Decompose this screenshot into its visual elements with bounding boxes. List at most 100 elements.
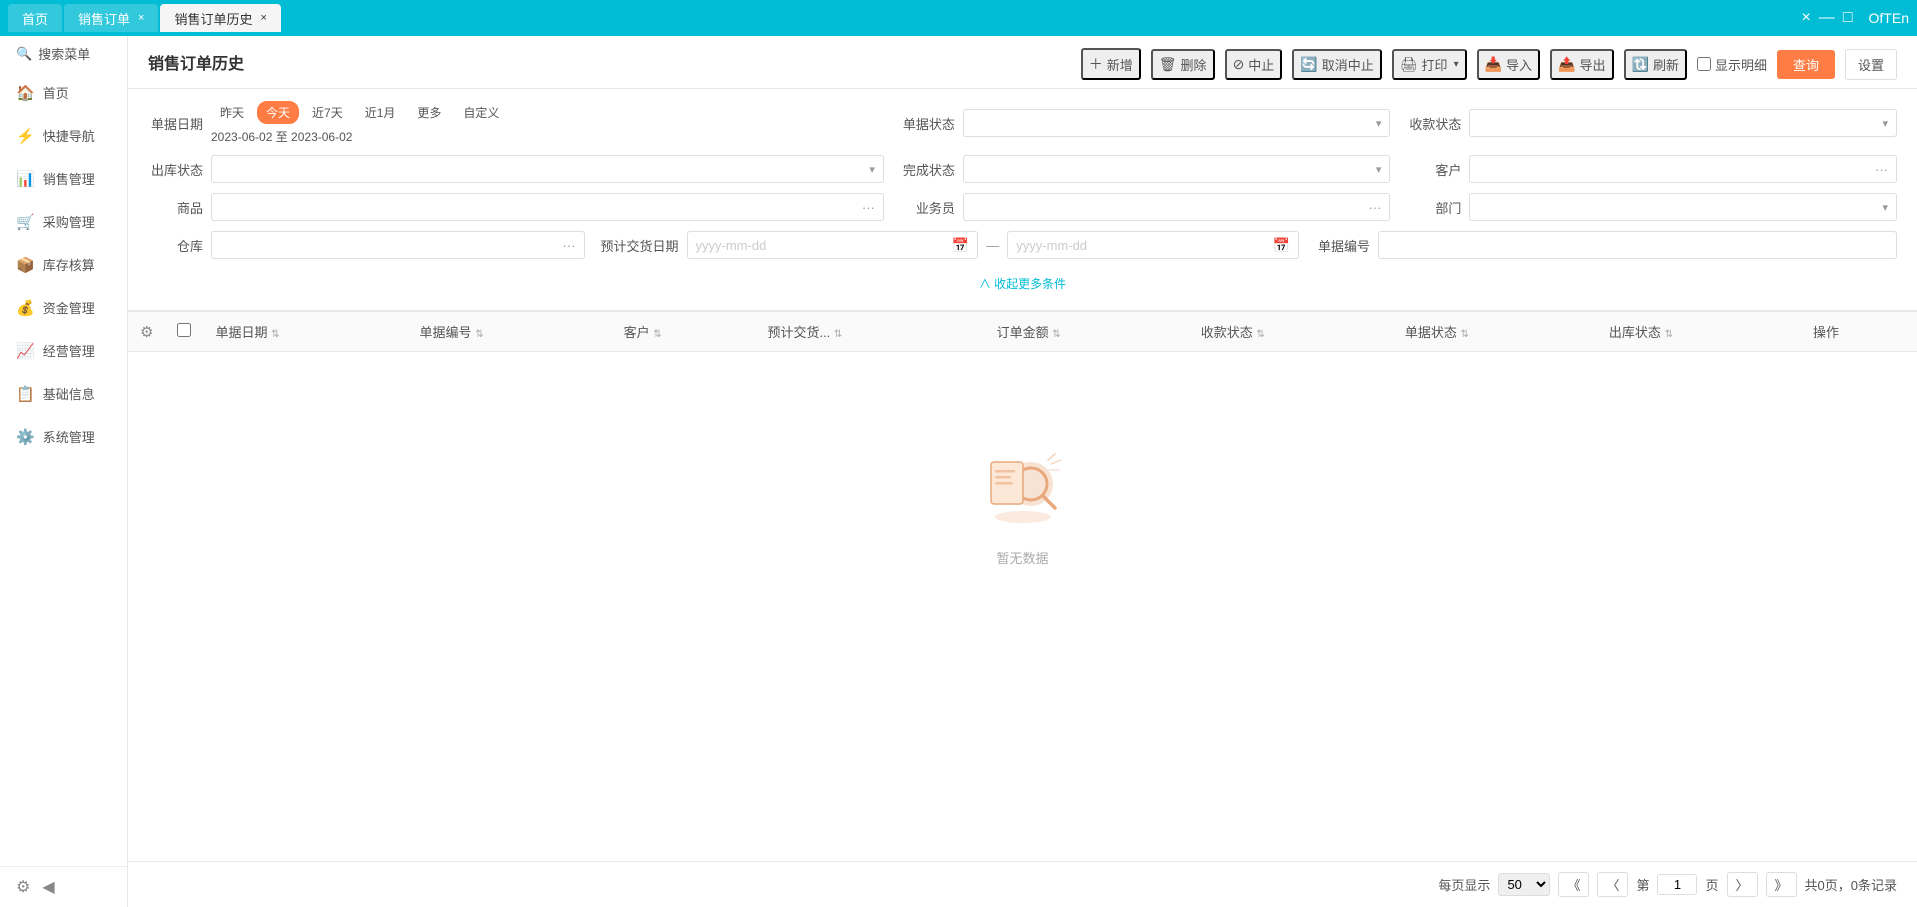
select-all-checkbox[interactable] bbox=[177, 323, 191, 337]
receipt-status-control[interactable]: ▾ bbox=[1469, 109, 1897, 137]
first-page-button[interactable]: 《 bbox=[1558, 872, 1589, 897]
th-settings: ⚙ bbox=[128, 312, 165, 352]
stop-button[interactable]: ⊘ 中止 bbox=[1225, 49, 1283, 80]
import-button[interactable]: 📥 导入 bbox=[1477, 49, 1540, 80]
tab-home[interactable]: 首页 bbox=[8, 4, 62, 32]
th-voucher-no[interactable]: 单据编号 bbox=[408, 312, 612, 352]
completion-status-control[interactable]: ▾ bbox=[963, 155, 1391, 183]
next-page-icon: 〉 bbox=[1736, 878, 1749, 893]
sidebar-settings-icon[interactable]: ⚙ bbox=[16, 877, 30, 897]
product-control[interactable]: ··· bbox=[211, 193, 884, 221]
current-page-input[interactable] bbox=[1657, 874, 1697, 895]
page-header: 销售订单历史 ＋ 新增 🗑 删除 ⊘ 中止 🔄 取消中止 bbox=[128, 36, 1917, 89]
customer-label: 客户 bbox=[1406, 160, 1461, 179]
sidebar-item-sales[interactable]: 📊 销售管理 bbox=[0, 157, 127, 200]
warehouse-label: 仓库 bbox=[148, 236, 203, 255]
prev-page-button[interactable]: 〈 bbox=[1597, 872, 1628, 897]
voucher-status-label: 单据状态 bbox=[900, 114, 955, 133]
date-btn-custom[interactable]: 自定义 bbox=[454, 101, 508, 124]
tab-sales-order-label: 销售订单 bbox=[78, 9, 130, 28]
settings-button[interactable]: 设置 bbox=[1845, 49, 1897, 80]
sidebar-item-operations[interactable]: 📈 经营管理 bbox=[0, 329, 127, 372]
date-btn-1month[interactable]: 近1月 bbox=[356, 101, 405, 124]
export-label: 导出 bbox=[1579, 55, 1605, 74]
th-checkbox bbox=[165, 312, 203, 352]
customer-control[interactable]: ··· bbox=[1469, 155, 1897, 183]
delivery-date-end-control[interactable]: yyyy-mm-dd 📅 bbox=[1007, 231, 1299, 259]
cancel-stop-button[interactable]: 🔄 取消中止 bbox=[1292, 49, 1381, 80]
th-order-amount[interactable]: 订单金额 bbox=[985, 312, 1189, 352]
voucher-status-arrow: ▾ bbox=[1376, 117, 1382, 130]
refresh-button[interactable]: 🔃 刷新 bbox=[1624, 49, 1687, 80]
sidebar-search[interactable]: 🔍 搜索菜单 bbox=[0, 36, 127, 71]
date-btn-7days[interactable]: 近7天 bbox=[303, 101, 352, 124]
th-outbound-status[interactable]: 出库状态 bbox=[1597, 312, 1801, 352]
voucher-status-control[interactable]: ▾ bbox=[963, 109, 1391, 137]
delete-button[interactable]: 🗑 删除 bbox=[1151, 49, 1215, 80]
voucher-no-label: 单据编号 bbox=[1315, 236, 1370, 255]
th-voucher-date[interactable]: 单据日期 bbox=[203, 312, 407, 352]
quick-nav-icon: ⚡ bbox=[16, 127, 35, 145]
calendar-start-icon[interactable]: 📅 bbox=[952, 237, 969, 254]
refresh-icon: 🔃 bbox=[1632, 56, 1649, 73]
salesperson-control[interactable]: ··· bbox=[963, 193, 1391, 221]
warehouse-control[interactable]: ··· bbox=[211, 231, 585, 259]
filter-collapse-button[interactable]: ∧ 收起更多条件 bbox=[148, 269, 1897, 298]
filter-outbound-status: 出库状态 ▾ bbox=[148, 155, 884, 183]
sidebar-item-quick-nav[interactable]: ⚡ 快捷导航 bbox=[0, 114, 127, 157]
table-settings-icon[interactable]: ⚙ bbox=[140, 324, 153, 341]
calendar-end-icon[interactable]: 📅 bbox=[1273, 237, 1290, 254]
pagination-bar: 每页显示 10 20 50 100 《 〈 第 页 〉 》 共0页，0条记录 bbox=[128, 861, 1917, 907]
delete-icon: 🗑 bbox=[1159, 56, 1177, 73]
date-btn-yesterday[interactable]: 昨天 bbox=[211, 101, 253, 124]
display-cols-label: 显示明细 bbox=[1715, 55, 1767, 74]
th-customer[interactable]: 客户 bbox=[612, 312, 756, 352]
sidebar-item-system[interactable]: ⚙️ 系统管理 bbox=[0, 415, 127, 458]
sidebar-item-purchase[interactable]: 🛒 采购管理 bbox=[0, 200, 127, 243]
date-btn-today[interactable]: 今天 bbox=[257, 101, 299, 124]
sidebar-collapse-icon[interactable]: ◀ bbox=[42, 877, 54, 897]
next-page-button[interactable]: 〉 bbox=[1727, 872, 1758, 897]
th-receipt-status[interactable]: 收款状态 bbox=[1189, 312, 1393, 352]
th-expected-delivery[interactable]: 预计交货... bbox=[755, 312, 984, 352]
new-button[interactable]: ＋ 新增 bbox=[1081, 48, 1141, 80]
first-page-icon: 《 bbox=[1567, 878, 1580, 893]
display-cols-checkbox[interactable] bbox=[1697, 57, 1711, 71]
last-page-button[interactable]: 》 bbox=[1766, 872, 1797, 897]
tab-sales-order-close[interactable]: × bbox=[138, 12, 144, 24]
sidebar-item-home[interactable]: 🏠 首页 bbox=[0, 71, 127, 114]
sidebar-item-system-label: 系统管理 bbox=[43, 427, 95, 446]
tab-home-label: 首页 bbox=[22, 9, 48, 28]
query-label: 查询 bbox=[1793, 58, 1819, 73]
topbar-restore-icon[interactable]: □ bbox=[1843, 9, 1853, 27]
filter-product: 商品 ··· bbox=[148, 193, 884, 221]
delivery-date-end: yyyy-mm-dd bbox=[1016, 238, 1268, 253]
sidebar-item-finance-label: 资金管理 bbox=[43, 298, 95, 317]
filter-delivery-date: 预计交货日期 yyyy-mm-dd 📅 — yyyy-mm-dd 📅 bbox=[601, 231, 1299, 259]
query-button[interactable]: 查询 bbox=[1777, 50, 1835, 79]
page-size-select[interactable]: 10 20 50 100 bbox=[1498, 873, 1550, 896]
sidebar-item-inventory[interactable]: 📦 库存核算 bbox=[0, 243, 127, 286]
topbar-close-icon[interactable]: × bbox=[1802, 9, 1811, 27]
export-button[interactable]: 📤 导出 bbox=[1550, 49, 1613, 80]
empty-icon bbox=[973, 432, 1073, 532]
sidebar: 🔍 搜索菜单 🏠 首页 ⚡ 快捷导航 📊 销售管理 🛒 采购管理 📦 库存核算 … bbox=[0, 36, 128, 907]
delivery-date-start-control[interactable]: yyyy-mm-dd 📅 bbox=[687, 231, 979, 259]
topbar-right: × — □ OfTEn bbox=[1802, 9, 1909, 27]
th-voucher-status[interactable]: 单据状态 bbox=[1393, 312, 1597, 352]
outbound-status-arrow: ▾ bbox=[869, 163, 875, 176]
outbound-status-control[interactable]: ▾ bbox=[211, 155, 884, 183]
empty-row: 暂无数据 bbox=[128, 352, 1917, 648]
sidebar-item-basic-info[interactable]: 📋 基础信息 bbox=[0, 372, 127, 415]
topbar-minimize-icon[interactable]: — bbox=[1819, 9, 1835, 27]
tab-sales-order[interactable]: 销售订单 × bbox=[64, 4, 158, 32]
prev-page-icon: 〈 bbox=[1606, 878, 1619, 893]
voucher-no-control[interactable] bbox=[1378, 231, 1897, 259]
display-cols-toggle[interactable]: 显示明细 bbox=[1697, 55, 1767, 74]
date-btn-more[interactable]: 更多 bbox=[408, 101, 450, 124]
tab-sales-order-history[interactable]: 销售订单历史 × bbox=[160, 4, 280, 32]
tab-sales-order-history-close[interactable]: × bbox=[260, 12, 266, 24]
print-button[interactable]: 🖨 打印 bbox=[1392, 49, 1467, 80]
department-control[interactable]: ▾ bbox=[1469, 193, 1897, 221]
sidebar-item-finance[interactable]: 💰 资金管理 bbox=[0, 286, 127, 329]
